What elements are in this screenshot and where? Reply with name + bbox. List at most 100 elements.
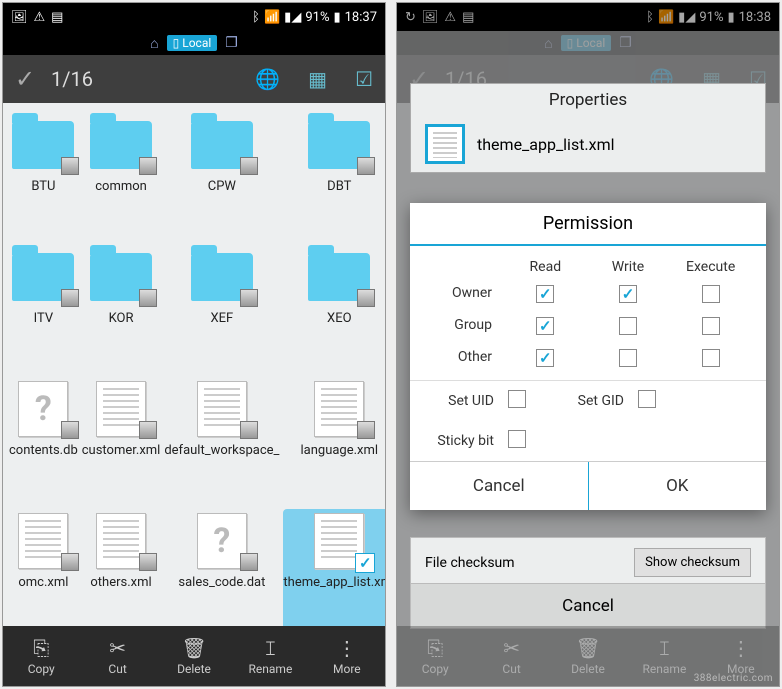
storage-tag[interactable]: ▯Local xyxy=(167,35,218,51)
file-label: CPW xyxy=(208,179,236,194)
file-item[interactable]: BTU xyxy=(9,113,78,241)
phone-right: ↻ 🖼 ⚠ ▤ ᛒ 📶 ▮◢ 91% ▮ 18:38 ⌂ ▯Local ❐ ✓ … xyxy=(396,2,780,687)
checksum-label: File checksum xyxy=(425,555,515,571)
toolbar-delete[interactable]: 🗑Delete xyxy=(156,626,232,686)
battery-icon: ▮ xyxy=(333,10,340,25)
perm-cb-owner-read[interactable]: ✓ xyxy=(536,285,554,303)
perm-col-execute: Execute xyxy=(669,254,752,280)
file-item[interactable]: customer.xml xyxy=(82,377,161,505)
file-label: common xyxy=(95,179,147,194)
file-item[interactable]: XEF xyxy=(164,245,279,373)
status-bar: 🖼 ⚠ ▤ ᛒ 📶 ▮◢ 91% ▮ 18:37 xyxy=(3,3,385,31)
watermark: 388electric.com xyxy=(694,673,773,684)
toolbar-copy[interactable]: ⎘Copy xyxy=(3,626,79,686)
cut-icon: ✂ xyxy=(109,636,126,660)
perm-cb-other-write[interactable] xyxy=(619,349,637,367)
more-icon: ⋮ xyxy=(337,636,357,660)
file-label: others.xml xyxy=(90,575,151,590)
copy-icon: ⎘ xyxy=(33,636,49,660)
qr-icon[interactable]: ▦ xyxy=(308,67,327,91)
globe-search-icon[interactable]: 🌐 xyxy=(255,67,280,91)
file-item[interactable]: language.xml xyxy=(283,377,385,505)
file-name: theme_app_list.xml xyxy=(477,135,615,154)
file-item[interactable]: omc.xml xyxy=(9,509,78,626)
file-thumbnail-icon xyxy=(425,124,465,164)
file-label: customer.xml xyxy=(82,443,161,458)
toolbar-more[interactable]: ⋮More xyxy=(309,626,385,686)
properties-title: Properties xyxy=(411,84,765,116)
select-all-icon[interactable]: ☑ xyxy=(355,67,373,91)
confirm-check-icon[interactable]: ✓ xyxy=(15,65,51,93)
setuid-checkbox[interactable] xyxy=(508,390,526,408)
file-label: theme_app_list.xml xyxy=(283,575,385,590)
perm-cancel-button[interactable]: Cancel xyxy=(410,462,589,510)
file-grid: BTUcommonCPWDBTITVKORXEFXEO?contents.dbc… xyxy=(3,103,385,626)
home-icon[interactable]: ⌂ xyxy=(150,35,158,52)
perm-cb-group-execute[interactable] xyxy=(702,317,720,335)
file-item[interactable]: ?sales_code.dat xyxy=(164,509,279,626)
multi-icon[interactable]: ❐ xyxy=(225,35,238,51)
image-icon: 🖼 xyxy=(11,10,28,25)
doc-icon: ▤ xyxy=(51,10,63,25)
sticky-label: Sticky bit xyxy=(424,428,504,454)
delete-icon: 🗑 xyxy=(181,636,206,660)
file-item[interactable]: ?contents.db xyxy=(9,377,78,505)
perm-row-owner: Owner xyxy=(424,280,504,312)
selection-count: 1/16 xyxy=(51,67,93,91)
perm-cb-group-read[interactable]: ✓ xyxy=(536,317,554,335)
file-item[interactable]: DBT xyxy=(283,113,385,241)
clock: 18:37 xyxy=(345,10,377,25)
file-label: omc.xml xyxy=(18,575,68,590)
perm-row-group: Group xyxy=(424,312,504,344)
location-bar: ⌂ ▯Local ❐ xyxy=(3,31,385,55)
wifi-icon: 📶 xyxy=(264,10,280,25)
file-label: DBT xyxy=(327,179,351,194)
file-label: XEO xyxy=(327,311,351,326)
warning-icon: ⚠ xyxy=(34,10,46,25)
file-item[interactable]: ✓theme_app_list.xml xyxy=(283,509,385,626)
file-label: language.xml xyxy=(300,443,378,458)
signal-icon: ▮◢ xyxy=(284,10,301,25)
perm-col-write: Write xyxy=(587,254,670,280)
permission-dialog: Permission ReadWriteExecute Owner ✓ ✓ Group ✓… xyxy=(410,203,766,510)
properties-sheet: Properties theme_app_list.xml xyxy=(410,83,766,173)
file-label: contents.db xyxy=(9,443,78,458)
rename-icon: 𝙸 xyxy=(263,636,277,660)
sticky-checkbox[interactable] xyxy=(508,430,526,448)
setuid-label: Set UID xyxy=(424,388,504,414)
file-label: XEF xyxy=(211,311,234,326)
file-item[interactable]: XEO xyxy=(283,245,385,373)
setgid-label: Set GID xyxy=(554,388,634,414)
properties-cancel-button[interactable]: Cancel xyxy=(410,583,766,629)
perm-row-other: Other xyxy=(424,344,504,376)
perm-cb-other-read[interactable]: ✓ xyxy=(536,349,554,367)
file-item[interactable]: default_workspace_ xyxy=(164,377,279,505)
file-label: BTU xyxy=(31,179,55,194)
file-item[interactable]: common xyxy=(82,113,161,241)
file-label: sales_code.dat xyxy=(178,575,265,590)
perm-cb-group-write[interactable] xyxy=(619,317,637,335)
permission-title: Permission xyxy=(410,203,766,246)
show-checksum-button[interactable]: Show checksum xyxy=(634,548,751,577)
perm-cb-owner-execute[interactable] xyxy=(702,285,720,303)
checksum-row: File checksum Show checksum xyxy=(410,537,766,588)
toolbar-cut[interactable]: ✂Cut xyxy=(79,626,155,686)
file-item[interactable]: KOR xyxy=(82,245,161,373)
perm-ok-button[interactable]: OK xyxy=(589,462,767,510)
phone-left: 🖼 ⚠ ▤ ᛒ 📶 ▮◢ 91% ▮ 18:37 ⌂ ▯Local ❐ ✓ 1/… xyxy=(2,2,386,687)
file-item[interactable]: ITV xyxy=(9,245,78,373)
file-label: default_workspace_ xyxy=(164,443,279,458)
perm-cb-owner-write[interactable]: ✓ xyxy=(619,285,637,303)
file-label: ITV xyxy=(34,311,54,326)
file-item[interactable]: others.xml xyxy=(82,509,161,626)
perm-col-read: Read xyxy=(504,254,587,280)
file-label: KOR xyxy=(109,311,134,326)
selection-bar: ✓ 1/16 🌐 ▦ ☑ xyxy=(3,55,385,103)
perm-cb-other-execute[interactable] xyxy=(702,349,720,367)
bottom-toolbar: ⎘Copy✂Cut🗑Delete𝙸Rename⋮More xyxy=(3,626,385,686)
battery-pct: 91% xyxy=(305,10,329,25)
toolbar-rename[interactable]: 𝙸Rename xyxy=(232,626,308,686)
file-item[interactable]: CPW xyxy=(164,113,279,241)
setgid-checkbox[interactable] xyxy=(638,390,656,408)
bluetooth-icon: ᛒ xyxy=(252,10,260,25)
